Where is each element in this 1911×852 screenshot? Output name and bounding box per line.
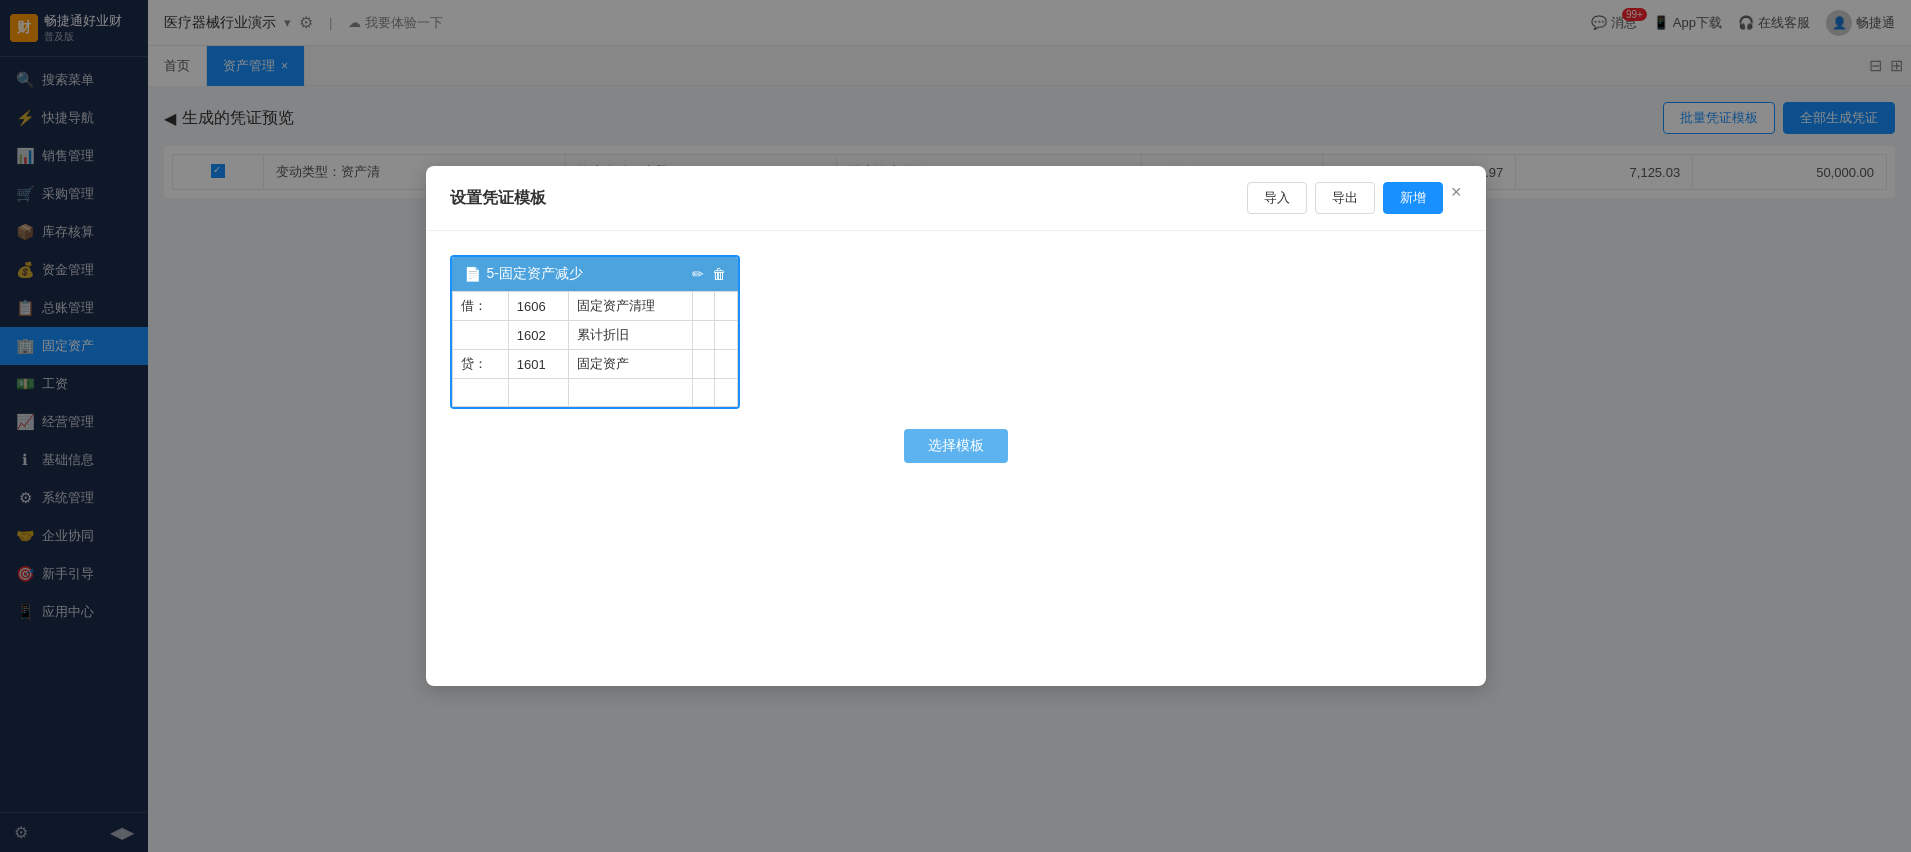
entry-debit-3 [693, 350, 715, 379]
template-card-actions: ✏ 🗑 [692, 266, 726, 282]
entry-account-2: 累计折旧 [568, 321, 692, 350]
modal-title: 设置凭证模板 [450, 188, 546, 209]
entry-debit-1 [693, 292, 715, 321]
modal-toolbar: 导入 导出 新增 × [1247, 182, 1462, 214]
template-name: 5-固定资产减少 [487, 265, 583, 283]
export-btn[interactable]: 导出 [1315, 182, 1375, 214]
import-btn[interactable]: 导入 [1247, 182, 1307, 214]
entry-account-1: 固定资产清理 [568, 292, 692, 321]
entry-account-3: 固定资产 [568, 350, 692, 379]
template-entries-table: 借： 1606 固定资产清理 1602 累计折旧 贷： [452, 291, 738, 407]
entry-type-1: 借： [452, 292, 508, 321]
template-doc-icon: 📄 [464, 266, 481, 282]
entry-credit-4 [715, 379, 737, 407]
template-entry-row-1: 借： 1606 固定资产清理 [452, 292, 737, 321]
entry-code-4 [508, 379, 568, 407]
modal-close-btn[interactable]: × [1451, 182, 1462, 214]
entry-debit-4 [693, 379, 715, 407]
template-entry-row-4 [452, 379, 737, 407]
voucher-template-modal: 设置凭证模板 导入 导出 新增 × 📄 5-固定资产减少 ✏ 🗑 [426, 166, 1486, 686]
template-edit-icon[interactable]: ✏ [692, 266, 704, 282]
template-entry-row-2: 1602 累计折旧 [452, 321, 737, 350]
template-card-title: 📄 5-固定资产减少 [464, 265, 583, 283]
entry-credit-1 [715, 292, 737, 321]
template-card-header: 📄 5-固定资产减少 ✏ 🗑 [452, 257, 738, 291]
template-delete-icon[interactable]: 🗑 [712, 266, 726, 282]
entry-code-2: 1602 [508, 321, 568, 350]
entry-type-2 [452, 321, 508, 350]
entry-code-1: 1606 [508, 292, 568, 321]
entry-debit-2 [693, 321, 715, 350]
modal-body: 📄 5-固定资产减少 ✏ 🗑 借： 1606 固定资产清理 [426, 231, 1486, 686]
new-btn[interactable]: 新增 [1383, 182, 1443, 214]
template-entry-row-3: 贷： 1601 固定资产 [452, 350, 737, 379]
entry-account-4 [568, 379, 692, 407]
entry-type-4 [452, 379, 508, 407]
template-card: 📄 5-固定资产减少 ✏ 🗑 借： 1606 固定资产清理 [450, 255, 740, 409]
entry-credit-3 [715, 350, 737, 379]
entry-type-3: 贷： [452, 350, 508, 379]
entry-code-3: 1601 [508, 350, 568, 379]
modal-header: 设置凭证模板 导入 导出 新增 × [426, 166, 1486, 231]
entry-credit-2 [715, 321, 737, 350]
select-template-btn[interactable]: 选择模板 [904, 429, 1008, 463]
